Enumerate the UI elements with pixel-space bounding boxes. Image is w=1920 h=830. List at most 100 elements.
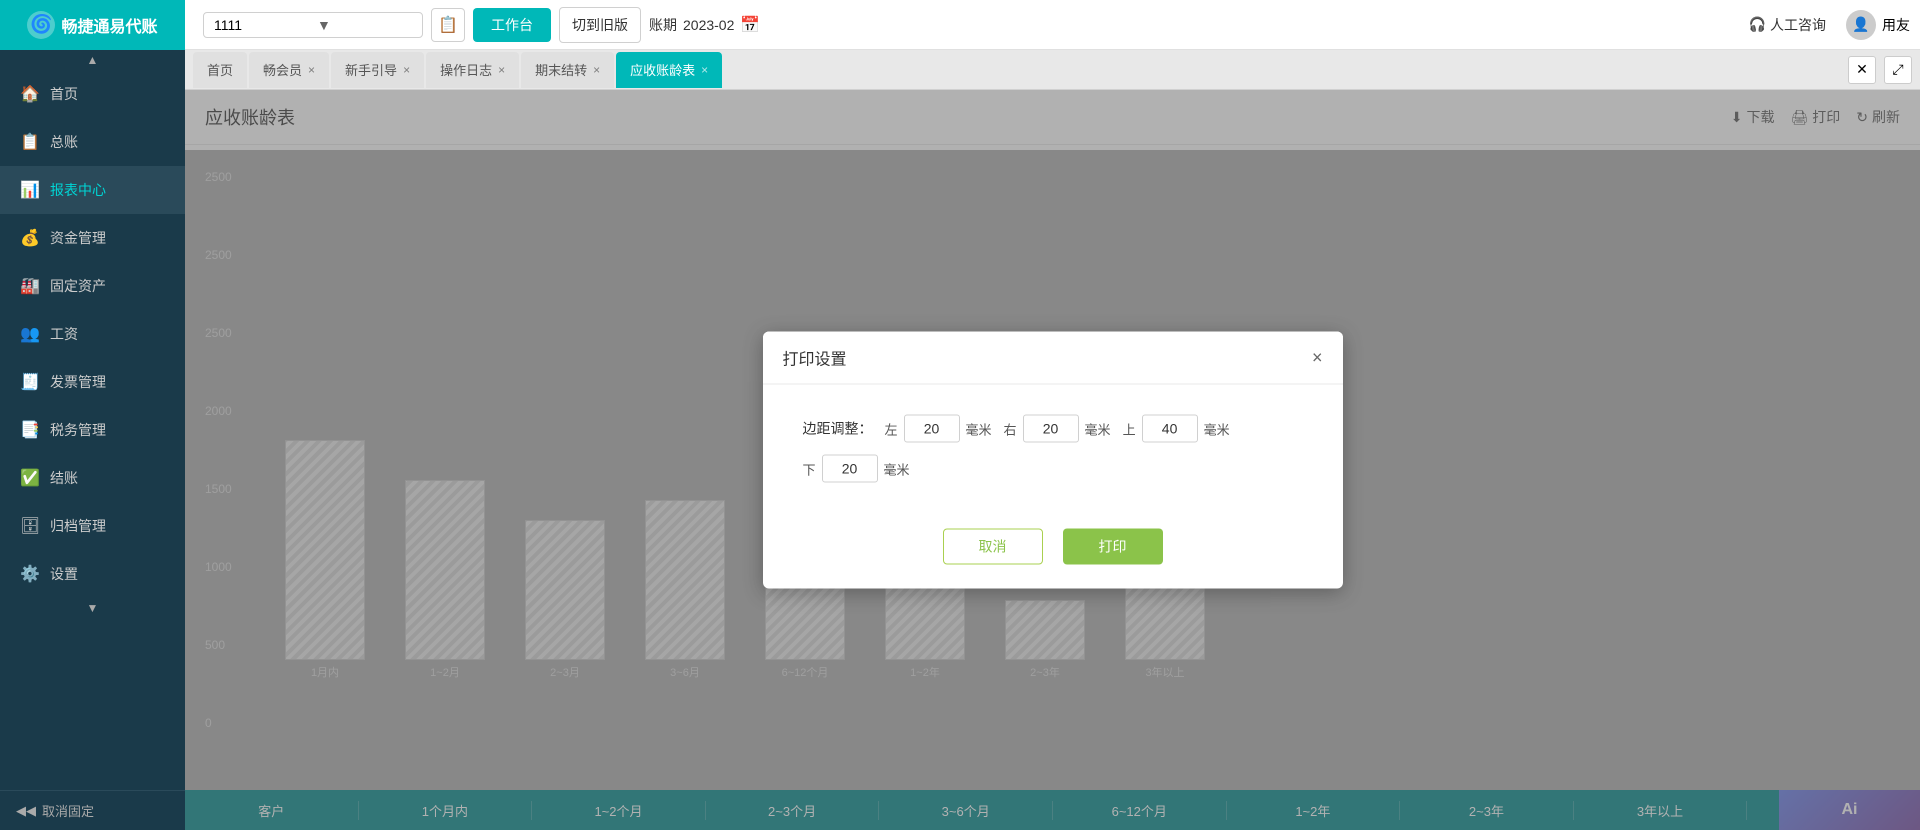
top-label: 上	[1123, 419, 1136, 438]
tab-member[interactable]: 畅会员 ×	[249, 52, 329, 88]
dialog-close-button[interactable]: ×	[1312, 349, 1323, 367]
tab-home[interactable]: 首页	[193, 52, 247, 88]
tab-member-close[interactable]: ×	[308, 63, 315, 77]
salary-icon: 👥	[20, 324, 40, 344]
tab-member-label: 畅会员	[263, 60, 302, 79]
user-name: 用友	[1882, 15, 1910, 35]
sidebar-label-invoice: 发票管理	[50, 372, 106, 392]
cancel-button[interactable]: 取消	[943, 529, 1043, 565]
sidebar-item-settle[interactable]: ✅ 结账	[0, 454, 185, 502]
sidebar-label-assets: 固定资产	[50, 276, 106, 296]
sidebar-label-funds: 资金管理	[50, 228, 106, 248]
tab-period-end[interactable]: 期末结转 ×	[521, 52, 614, 88]
tab-aging-close[interactable]: ×	[701, 63, 708, 77]
sidebar-label-reports: 报表中心	[50, 180, 106, 200]
bottom-unit: 毫米	[884, 459, 910, 478]
service-button[interactable]: 🎧 人工咨询	[1749, 15, 1826, 35]
headset-icon: 🎧	[1749, 16, 1766, 33]
tab-period-end-close[interactable]: ×	[593, 63, 600, 77]
margin-label: 边距调整：	[803, 419, 873, 439]
margin-row: 边距调整： 左 毫米 右 毫米 上	[803, 415, 1303, 483]
close-all-tabs-button[interactable]: ✕	[1848, 56, 1876, 84]
pin-icon: ◀◀	[16, 803, 36, 819]
calendar-icon[interactable]: 📅	[740, 15, 760, 35]
tab-aging[interactable]: 应收账龄表 ×	[616, 52, 722, 88]
page-content: 应收账龄表 ⬇ 下载 🖨 打印 ↻ 刷新	[185, 90, 1920, 830]
logo-icon: 🌀	[27, 11, 55, 39]
company-selector[interactable]: 1111 ▼	[203, 12, 423, 38]
sidebar-item-assets[interactable]: 🏭 固定资产	[0, 262, 185, 310]
tab-guide[interactable]: 新手引导 ×	[331, 52, 424, 88]
tab-aging-label: 应收账龄表	[630, 60, 695, 79]
sidebar-label-ledger: 总账	[50, 132, 78, 152]
cancel-pin-button[interactable]: ◀◀ 取消固定	[0, 790, 185, 830]
copy-button[interactable]: 📋	[431, 8, 465, 42]
settings-icon: ⚙️	[20, 564, 40, 584]
sidebar-item-salary[interactable]: 👥 工资	[0, 310, 185, 358]
top-margin-input[interactable]	[1142, 415, 1198, 443]
scroll-up-button[interactable]: ▲	[0, 50, 185, 70]
right-unit: 毫米	[1085, 419, 1111, 438]
invoice-icon: 🧾	[20, 372, 40, 392]
sidebar-item-funds[interactable]: 💰 资金管理	[0, 214, 185, 262]
tab-log[interactable]: 操作日志 ×	[426, 52, 519, 88]
sidebar-label-tax: 税务管理	[50, 420, 106, 440]
tab-period-end-label: 期末结转	[535, 60, 587, 79]
sidebar-label-settle: 结账	[50, 468, 78, 488]
sidebar-label-settings: 设置	[50, 564, 78, 584]
sidebar-item-tax[interactable]: 📑 税务管理	[0, 406, 185, 454]
header-right: 🎧 人工咨询 👤 用友	[1749, 10, 1910, 40]
period-area: 账期 2023-02 📅	[649, 15, 760, 35]
sidebar-item-reports[interactable]: 📊 报表中心	[0, 166, 185, 214]
tabs-right-controls: ✕ ⤢	[1848, 56, 1912, 84]
reports-icon: 📊	[20, 180, 40, 200]
confirm-print-button[interactable]: 打印	[1063, 529, 1163, 565]
right-margin-group: 右 毫米	[1004, 415, 1111, 443]
dialog-title: 打印设置	[783, 346, 847, 370]
tabs-bar: 首页 畅会员 × 新手引导 × 操作日志 × 期末结转 × 应收账龄表 ×	[185, 50, 1920, 90]
switch-version-button[interactable]: 切到旧版	[559, 7, 641, 43]
expand-button[interactable]: ⤢	[1884, 56, 1912, 84]
dialog-header: 打印设置 ×	[763, 332, 1343, 385]
top-unit: 毫米	[1204, 419, 1230, 438]
assets-icon: 🏭	[20, 276, 40, 296]
user-area[interactable]: 👤 用友	[1846, 10, 1910, 40]
sidebar-item-ledger[interactable]: 📋 总账	[0, 118, 185, 166]
bottom-margin-group: 下 毫米	[803, 455, 910, 483]
tab-guide-label: 新手引导	[345, 60, 397, 79]
tab-home-label: 首页	[207, 60, 233, 79]
chevron-down-icon: ▼	[317, 17, 412, 33]
sidebar-item-home[interactable]: 🏠 首页	[0, 70, 185, 118]
main-layout: ▲ 🏠 首页 📋 总账 📊 报表中心 💰 资金管理 🏭 固定资产 👥 工资 🧾 …	[0, 50, 1920, 830]
period-value: 2023-02	[683, 17, 734, 33]
tab-log-close[interactable]: ×	[498, 63, 505, 77]
left-label: 左	[885, 419, 898, 438]
top-header: 🌀 畅捷通易代账 1111 ▼ 📋 工作台 切到旧版 账期 2023-02 📅 …	[0, 0, 1920, 50]
workbench-button[interactable]: 工作台	[473, 8, 551, 42]
sidebar-item-invoice[interactable]: 🧾 发票管理	[0, 358, 185, 406]
scroll-down-button[interactable]: ▼	[0, 598, 185, 618]
sidebar-label-salary: 工资	[50, 324, 78, 344]
top-margin-group: 上 毫米	[1123, 415, 1230, 443]
sidebar-item-settings[interactable]: ⚙️ 设置	[0, 550, 185, 598]
dialog-footer: 取消 打印	[763, 513, 1343, 589]
left-margin-input[interactable]	[904, 415, 960, 443]
sidebar-label-archive: 归档管理	[50, 516, 106, 536]
bottom-margin-input[interactable]	[822, 455, 878, 483]
left-unit: 毫米	[966, 419, 992, 438]
right-margin-input[interactable]	[1023, 415, 1079, 443]
tab-guide-close[interactable]: ×	[403, 63, 410, 77]
sidebar-item-archive[interactable]: 🗄 归档管理	[0, 502, 185, 550]
home-icon: 🏠	[20, 84, 40, 104]
period-label: 账期	[649, 15, 677, 35]
sidebar: ▲ 🏠 首页 📋 总账 📊 报表中心 💰 资金管理 🏭 固定资产 👥 工资 🧾 …	[0, 50, 185, 830]
service-label: 人工咨询	[1770, 15, 1826, 35]
print-settings-dialog: 打印设置 × 边距调整： 左 毫米 右 毫米	[763, 332, 1343, 589]
bottom-label: 下	[803, 459, 816, 478]
avatar: 👤	[1846, 10, 1876, 40]
logo-area: 🌀 畅捷通易代账	[0, 0, 185, 50]
tab-log-label: 操作日志	[440, 60, 492, 79]
cancel-pin-label: 取消固定	[42, 801, 94, 820]
dialog-body: 边距调整： 左 毫米 右 毫米 上	[763, 385, 1343, 513]
content-area: 首页 畅会员 × 新手引导 × 操作日志 × 期末结转 × 应收账龄表 ×	[185, 50, 1920, 830]
